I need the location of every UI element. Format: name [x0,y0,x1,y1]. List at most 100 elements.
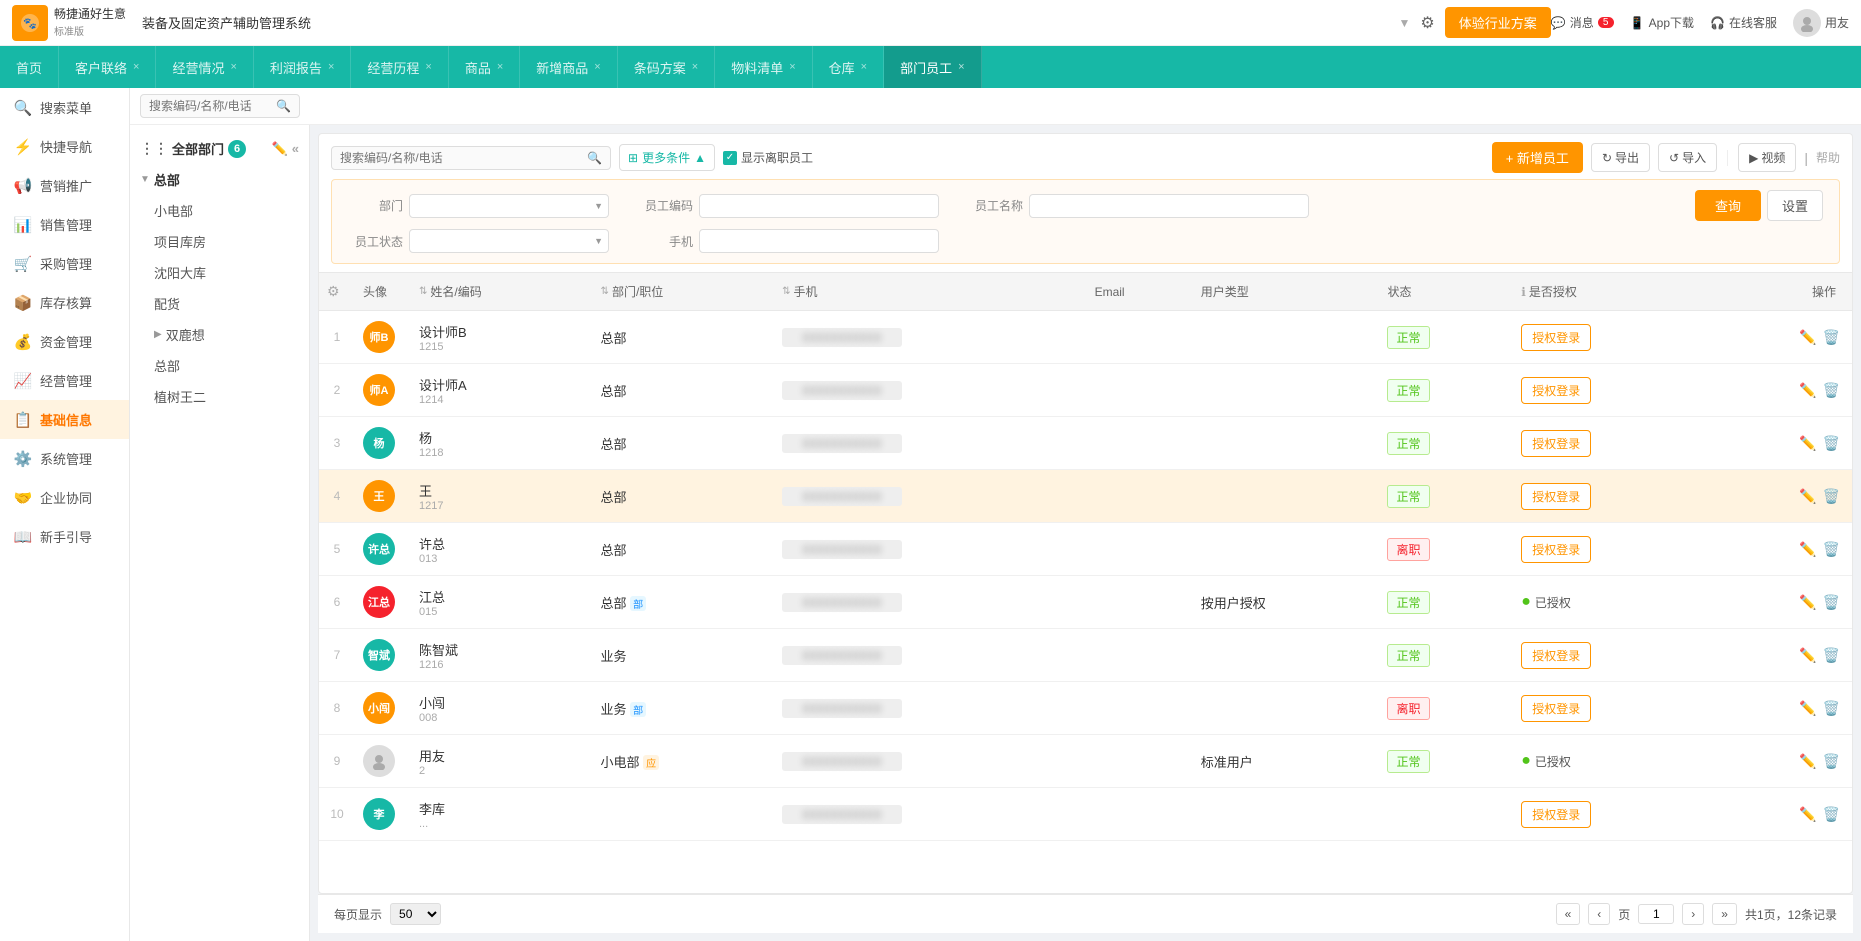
delete-icon[interactable]: 🗑️ [1823,647,1840,664]
tab-history[interactable]: 经营历程 × [351,46,448,88]
delete-icon[interactable]: 🗑️ [1823,753,1840,770]
tab-customer[interactable]: 客户联络 × [59,46,156,88]
per-page-select[interactable]: 50 20 100 [390,903,441,925]
sidebar-item-collab[interactable]: 🤝 企业协同 [0,478,129,517]
authorize-btn[interactable]: 授权登录 [1521,430,1591,457]
sidebar-item-guide[interactable]: 📖 新手引导 [0,517,129,556]
tab-profit[interactable]: 利润报告 × [254,46,351,88]
import-button[interactable]: ↺ 导入 [1658,143,1717,172]
phone-input[interactable] [699,229,939,253]
authorize-btn[interactable]: 授权登录 [1521,695,1591,722]
sort-icon-name[interactable]: ⇅ [419,286,427,297]
sort-icon-dept[interactable]: ⇅ [601,286,609,297]
edit-icon[interactable]: ✏️ [1799,382,1816,399]
sort-icon-phone[interactable]: ⇅ [782,286,790,297]
authorize-btn[interactable]: 授权登录 [1521,642,1591,669]
show-resigned-toggle[interactable]: ✓ 显示离职员工 [723,149,813,166]
message-button[interactable]: 💬 消息 5 [1551,14,1614,31]
dept-item-root[interactable]: ▼ 总部 [130,164,309,195]
dept-item-delivery[interactable]: 配货 [130,288,309,319]
dept-item-project[interactable]: 项目库房 [130,226,309,257]
emp-status-select[interactable] [409,229,609,253]
close-tab-department[interactable]: × [958,61,964,73]
user-area[interactable]: 用友 [1793,9,1849,37]
sidebar-item-purchase[interactable]: 🛒 采购管理 [0,244,129,283]
tab-barcode[interactable]: 条码方案 × [618,46,715,88]
sidebar-item-marketing[interactable]: 📢 营销推广 [0,166,129,205]
tab-operation[interactable]: 经营情况 × [156,46,253,88]
delete-icon[interactable]: 🗑️ [1823,329,1840,346]
query-button[interactable]: 查询 [1695,190,1761,221]
emp-code-input[interactable] [699,194,939,218]
tab-home[interactable]: 首页 [0,46,59,88]
set-button[interactable]: 设置 [1767,190,1823,221]
edit-icon[interactable]: ✏️ [1799,806,1816,823]
close-tab-warehouse[interactable]: × [861,61,867,73]
sidebar-item-sales[interactable]: 📊 销售管理 [0,205,129,244]
close-tab-history[interactable]: × [425,61,431,73]
prev-page-btn[interactable]: ‹ [1588,903,1610,925]
delete-icon[interactable]: 🗑️ [1823,382,1840,399]
delete-icon[interactable]: 🗑️ [1823,806,1840,823]
delete-icon[interactable]: 🗑️ [1823,594,1840,611]
close-tab-new-goods[interactable]: × [594,61,600,73]
edit-icon[interactable]: ✏️ [1799,700,1816,717]
experience-button[interactable]: 体验行业方案 [1445,7,1551,38]
first-page-btn[interactable]: « [1556,903,1581,925]
help-text[interactable]: 帮助 [1816,149,1840,166]
delete-icon[interactable]: 🗑️ [1823,541,1840,558]
next-page-btn[interactable]: › [1682,903,1704,925]
sidebar-item-quicknav[interactable]: ⚡ 快捷导航 [0,127,129,166]
help-icon[interactable]: | [1804,150,1808,166]
collapse-dept-icon[interactable]: « [292,141,299,157]
dept-select[interactable] [409,194,609,218]
add-employee-button[interactable]: + 新增员工 [1492,142,1583,173]
close-tab-operation[interactable]: × [230,61,236,73]
edit-icon[interactable]: ✏️ [1799,435,1816,452]
edit-icon[interactable]: ✏️ [1799,541,1816,558]
authorize-btn[interactable]: 授权登录 [1521,536,1591,563]
edit-icon[interactable]: ✏️ [1799,753,1816,770]
close-tab-profit[interactable]: × [328,61,334,73]
close-tab-customer[interactable]: × [133,61,139,73]
more-conditions-btn[interactable]: ⊞ 更多条件 ▲ [619,144,715,171]
emp-name-input[interactable] [1029,194,1309,218]
edit-dept-icon[interactable]: ✏️ [272,141,288,157]
dept-item-zongbu[interactable]: 总部 [130,350,309,381]
video-button[interactable]: ▶ 视频 [1738,143,1796,172]
delete-icon[interactable]: 🗑️ [1823,700,1840,717]
dept-item-xiaodibu[interactable]: 小电部 [130,195,309,226]
dept-search-input[interactable] [149,99,276,113]
sidebar-item-search[interactable]: 🔍 搜索菜单 [0,88,129,127]
sidebar-item-inventory[interactable]: 📦 库存核算 [0,283,129,322]
dept-item-shenyang[interactable]: 沈阳大库 [130,257,309,288]
authorize-btn[interactable]: 授权登录 [1521,377,1591,404]
sidebar-item-basicinfo[interactable]: 📋 基础信息 [0,400,129,439]
sidebar-item-system[interactable]: ⚙️ 系统管理 [0,439,129,478]
edit-icon[interactable]: ✏️ [1799,329,1816,346]
close-tab-goods[interactable]: × [497,61,503,73]
tab-goods[interactable]: 商品 × [449,46,520,88]
authorize-btn[interactable]: 授权登录 [1521,324,1591,351]
authorize-btn[interactable]: 授权登录 [1521,801,1591,828]
sidebar-item-business[interactable]: 📈 经营管理 [0,361,129,400]
dept-item-zhishu[interactable]: 植树王二 [130,381,309,412]
close-tab-barcode[interactable]: × [692,61,698,73]
delete-icon[interactable]: 🗑️ [1823,488,1840,505]
export-button[interactable]: ↻ 导出 [1591,143,1650,172]
edit-icon[interactable]: ✏️ [1799,488,1816,505]
authorize-btn[interactable]: 授权登录 [1521,483,1591,510]
tab-bom[interactable]: 物料清单 × [715,46,812,88]
tab-department[interactable]: 部门员工 × [884,46,981,88]
close-tab-bom[interactable]: × [789,61,795,73]
edit-icon[interactable]: ✏️ [1799,647,1816,664]
edit-icon[interactable]: ✏️ [1799,594,1816,611]
last-page-btn[interactable]: » [1712,903,1737,925]
dept-item-shuanglu[interactable]: ▶ 双鹿想 [130,319,309,350]
delete-icon[interactable]: 🗑️ [1823,435,1840,452]
tab-warehouse[interactable]: 仓库 × [813,46,884,88]
app-download-button[interactable]: 📱 App下载 [1630,14,1694,31]
settings-icon[interactable]: ⚙ [1420,13,1434,33]
tab-new-goods[interactable]: 新增商品 × [520,46,617,88]
page-number-input[interactable] [1638,904,1674,924]
